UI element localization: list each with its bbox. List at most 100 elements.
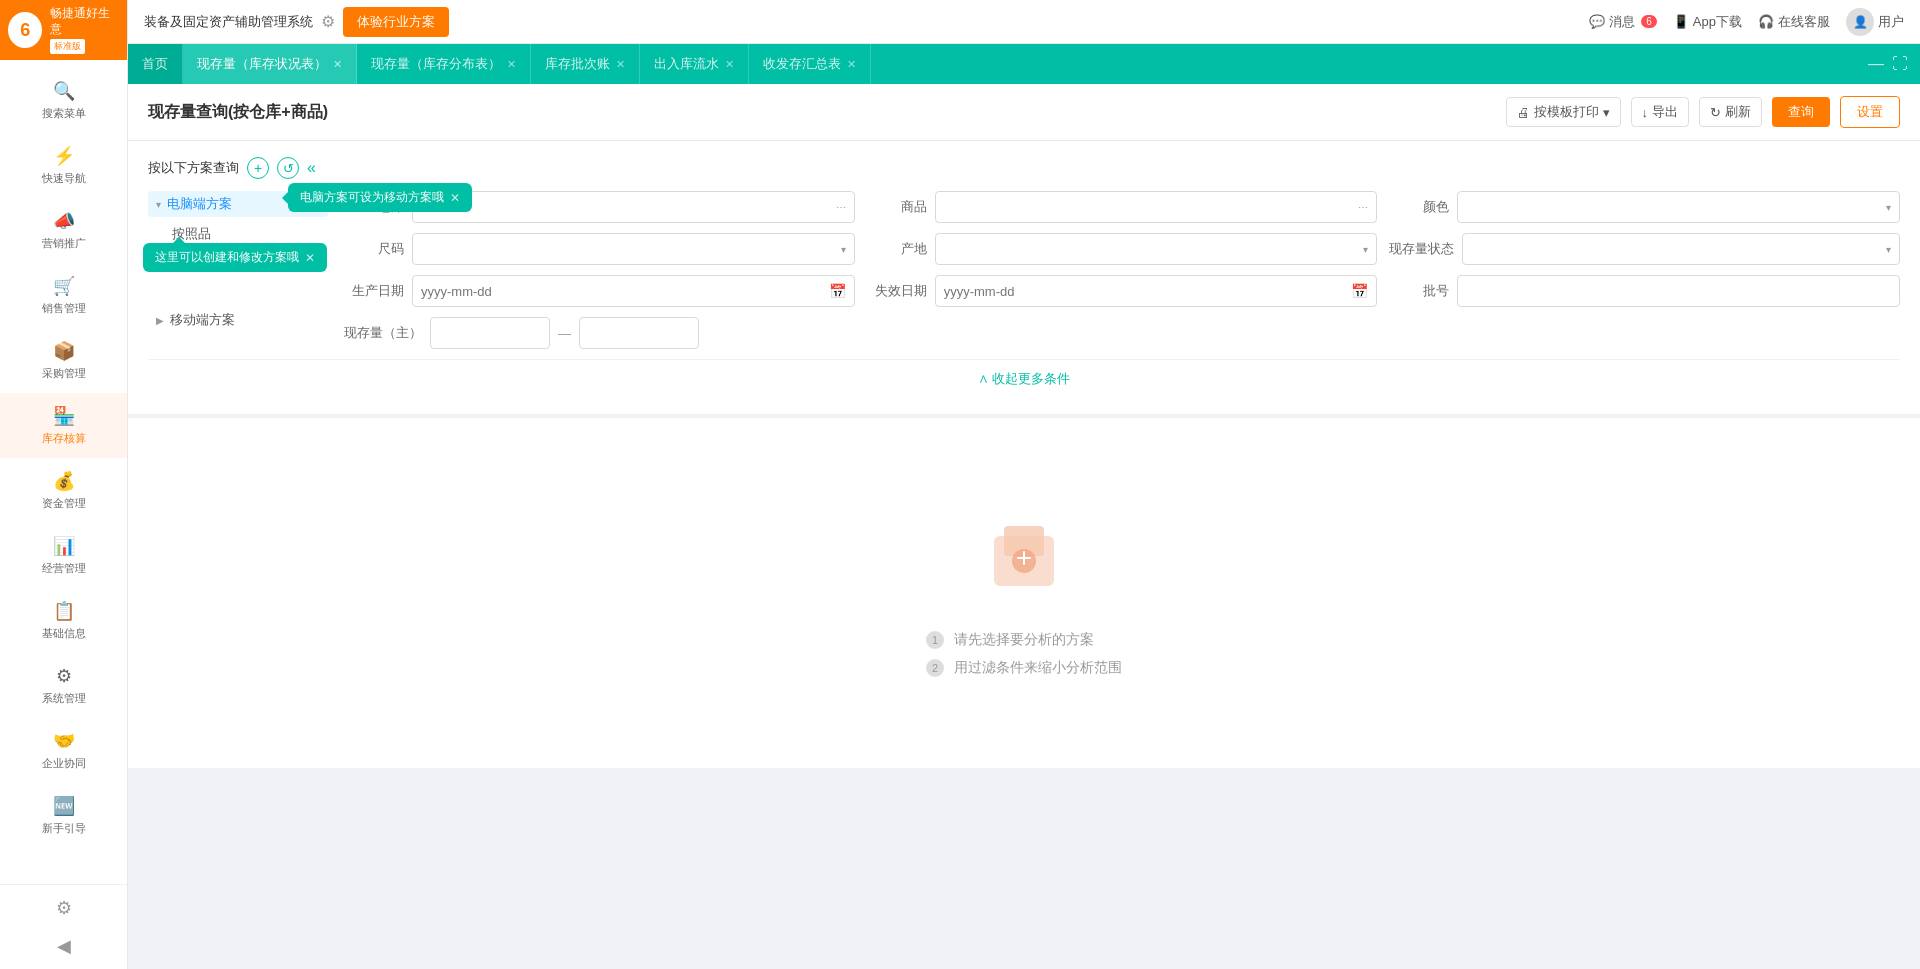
filter-fields: 仓库 ⋯ 商品 ⋯ <box>344 191 1900 359</box>
sidebar-item-guide[interactable]: 🆕 新手引导 <box>0 783 127 848</box>
online-support-action[interactable]: 🎧 在线客服 <box>1758 13 1830 31</box>
export-btn[interactable]: ↓ 导出 <box>1631 97 1690 127</box>
filter-add-btn[interactable]: + <box>247 157 269 179</box>
sidebar: 6 畅捷通好生意 标准版 🔍 搜索菜单 ⚡ 快速导航 📣 营销推广 🛒 销售管理… <box>0 0 128 969</box>
size-label: 尺码 <box>344 240 404 258</box>
scheme-panel: 电脑方案可设为移动方案哦 ✕ ▾ 电脑端方案 按照品 <box>148 191 1900 359</box>
top-header: 装备及固定资产辅助管理系统 ⚙ 体验行业方案 💬 消息 6 📱 App下载 🎧 … <box>128 0 1920 44</box>
tab-inventory-dist-close[interactable]: ✕ <box>507 58 516 71</box>
sidebar-item-sales[interactable]: 🛒 销售管理 <box>0 263 127 328</box>
batch-no-input[interactable] <box>1457 275 1900 307</box>
page-header: 现存量查询(按仓库+商品) 🖨 按模板打印 ▾ ↓ 导出 ↻ 刷新 查询 设置 <box>128 84 1920 141</box>
color-select[interactable]: ▾ <box>1457 191 1900 223</box>
sidebar-item-search[interactable]: 🔍 搜索菜单 <box>0 68 127 133</box>
warehouse-select[interactable]: ⋯ <box>412 191 855 223</box>
tab-batch-ledger-close[interactable]: ✕ <box>616 58 625 71</box>
sidebar-item-finance-label: 资金管理 <box>42 496 86 511</box>
app-download-action[interactable]: 📱 App下载 <box>1673 13 1742 31</box>
header-right: 💬 消息 6 📱 App下载 🎧 在线客服 👤 用户 <box>1589 8 1904 36</box>
filter-header: 按以下方案查询 + ↺ « <box>148 157 1900 179</box>
tooltip-create-scheme: 这里可以创建和修改方案哦 ✕ <box>143 243 327 272</box>
sidebar-item-quick-nav[interactable]: ⚡ 快速导航 <box>0 133 127 198</box>
origin-label: 产地 <box>867 240 927 258</box>
phone-icon: 📱 <box>1673 14 1689 29</box>
tab-inout-flow-label: 出入库流水 <box>654 55 719 73</box>
product-select[interactable]: ⋯ <box>935 191 1378 223</box>
sidebar-item-system[interactable]: ⚙ 系统管理 <box>0 653 127 718</box>
filter-row-2: 尺码 ▾ 产地 ▾ <box>344 233 1900 265</box>
exp-date-input-wrap[interactable]: 📅 <box>935 275 1378 307</box>
scheme-mobile[interactable]: ▶ 移动端方案 <box>148 307 328 333</box>
filter-section: 按以下方案查询 + ↺ « 电脑方案可设为移动方案哦 ✕ ▾ <box>128 141 1920 414</box>
collapse-sidebar-icon[interactable]: ◀ <box>57 935 71 957</box>
sidebar-item-marketing[interactable]: 📣 营销推广 <box>0 198 127 263</box>
tooltip-2-text: 这里可以创建和修改方案哦 <box>155 249 299 266</box>
filter-refresh-btn[interactable]: ↺ <box>277 157 299 179</box>
finance-icon: 💰 <box>53 470 75 492</box>
filter-field-prod-date: 生产日期 📅 <box>344 275 855 307</box>
prod-date-input[interactable] <box>421 284 829 299</box>
user-action[interactable]: 👤 用户 <box>1846 8 1904 36</box>
stock-qty-max-input[interactable] <box>579 317 699 349</box>
tooltip-2-close[interactable]: ✕ <box>305 251 315 265</box>
sidebar-item-purchase[interactable]: 📦 采购管理 <box>0 328 127 393</box>
collapse-bar[interactable]: ∧ 收起更多条件 <box>148 359 1900 398</box>
sidebar-item-operation[interactable]: 📊 经营管理 <box>0 523 127 588</box>
tab-receive-summary[interactable]: 收发存汇总表 ✕ <box>749 44 871 84</box>
size-select[interactable]: ▾ <box>412 233 855 265</box>
tab-maximize-icon[interactable]: ⛶ <box>1892 55 1908 73</box>
page-title: 现存量查询(按仓库+商品) <box>148 102 328 123</box>
sidebar-item-guide-label: 新手引导 <box>42 821 86 836</box>
filter-row-1: 仓库 ⋯ 商品 ⋯ <box>344 191 1900 223</box>
color-arrow-icon: ▾ <box>1886 202 1891 213</box>
exp-date-calendar-icon[interactable]: 📅 <box>1351 283 1368 299</box>
message-action[interactable]: 💬 消息 6 <box>1589 13 1657 31</box>
tooltip-1-close[interactable]: ✕ <box>450 191 460 205</box>
sidebar-item-finance[interactable]: 💰 资金管理 <box>0 458 127 523</box>
system-icon: ⚙ <box>56 665 72 687</box>
tab-inventory-status[interactable]: 现存量（库存状况表） ✕ <box>183 44 357 84</box>
origin-arrow-icon: ▾ <box>1363 244 1368 255</box>
tab-inout-flow[interactable]: 出入库流水 ✕ <box>640 44 749 84</box>
scheme-tree: 电脑方案可设为移动方案哦 ✕ ▾ 电脑端方案 按照品 <box>148 191 328 359</box>
sidebar-item-inventory[interactable]: 🏪 库存核算 <box>0 393 127 458</box>
avatar: 👤 <box>1846 8 1874 36</box>
filter-row-4: 现存量（主） — <box>344 317 1900 349</box>
origin-select[interactable]: ▾ <box>935 233 1378 265</box>
tab-home[interactable]: 首页 <box>128 44 183 84</box>
print-template-btn[interactable]: 🖨 按模板打印 ▾ <box>1506 97 1621 127</box>
tab-inventory-status-close[interactable]: ✕ <box>333 58 342 71</box>
hint-1-text: 请先选择要分析的方案 <box>954 631 1094 647</box>
query-btn[interactable]: 查询 <box>1772 97 1830 127</box>
sidebar-item-basic-info[interactable]: 📋 基础信息 <box>0 588 127 653</box>
sidebar-item-enterprise-label: 企业协同 <box>42 756 86 771</box>
prod-date-input-wrap[interactable]: 📅 <box>412 275 855 307</box>
stock-status-select[interactable]: ▾ <box>1462 233 1900 265</box>
message-badge: 6 <box>1641 15 1657 28</box>
sidebar-item-enterprise[interactable]: 🤝 企业协同 <box>0 718 127 783</box>
sidebar-item-purchase-label: 采购管理 <box>42 366 86 381</box>
filter-back-btn[interactable]: « <box>307 159 316 177</box>
prod-date-calendar-icon[interactable]: 📅 <box>829 283 846 299</box>
system-settings-icon[interactable]: ⚙ <box>321 12 335 31</box>
tab-inventory-dist[interactable]: 现存量（库存分布表） ✕ <box>357 44 531 84</box>
tab-batch-ledger[interactable]: 库存批次账 ✕ <box>531 44 640 84</box>
settings-btn[interactable]: 设置 <box>1840 96 1900 128</box>
sidebar-bottom: ⚙ ◀ <box>0 884 127 969</box>
warehouse-arrow-icon: ⋯ <box>836 202 846 213</box>
exp-date-input[interactable] <box>944 284 1352 299</box>
experience-btn[interactable]: 体验行业方案 <box>343 7 449 37</box>
header-left: 装备及固定资产辅助管理系统 ⚙ 体验行业方案 <box>144 7 449 37</box>
refresh-btn[interactable]: ↻ 刷新 <box>1699 97 1762 127</box>
main-area: 装备及固定资产辅助管理系统 ⚙ 体验行业方案 💬 消息 6 📱 App下载 🎧 … <box>128 0 1920 969</box>
filter-field-stock-qty: 现存量（主） — <box>344 317 744 349</box>
stock-qty-min-input[interactable] <box>430 317 550 349</box>
basic-info-icon: 📋 <box>53 600 75 622</box>
message-icon: 💬 <box>1589 14 1605 29</box>
tab-inout-flow-close[interactable]: ✕ <box>725 58 734 71</box>
sidebar-logo: 6 畅捷通好生意 标准版 <box>0 0 127 60</box>
tab-receive-summary-close[interactable]: ✕ <box>847 58 856 71</box>
settings-bottom-icon[interactable]: ⚙ <box>56 897 72 919</box>
refresh-icon: ↻ <box>1710 105 1721 120</box>
tab-minimize-icon[interactable]: — <box>1868 55 1884 73</box>
